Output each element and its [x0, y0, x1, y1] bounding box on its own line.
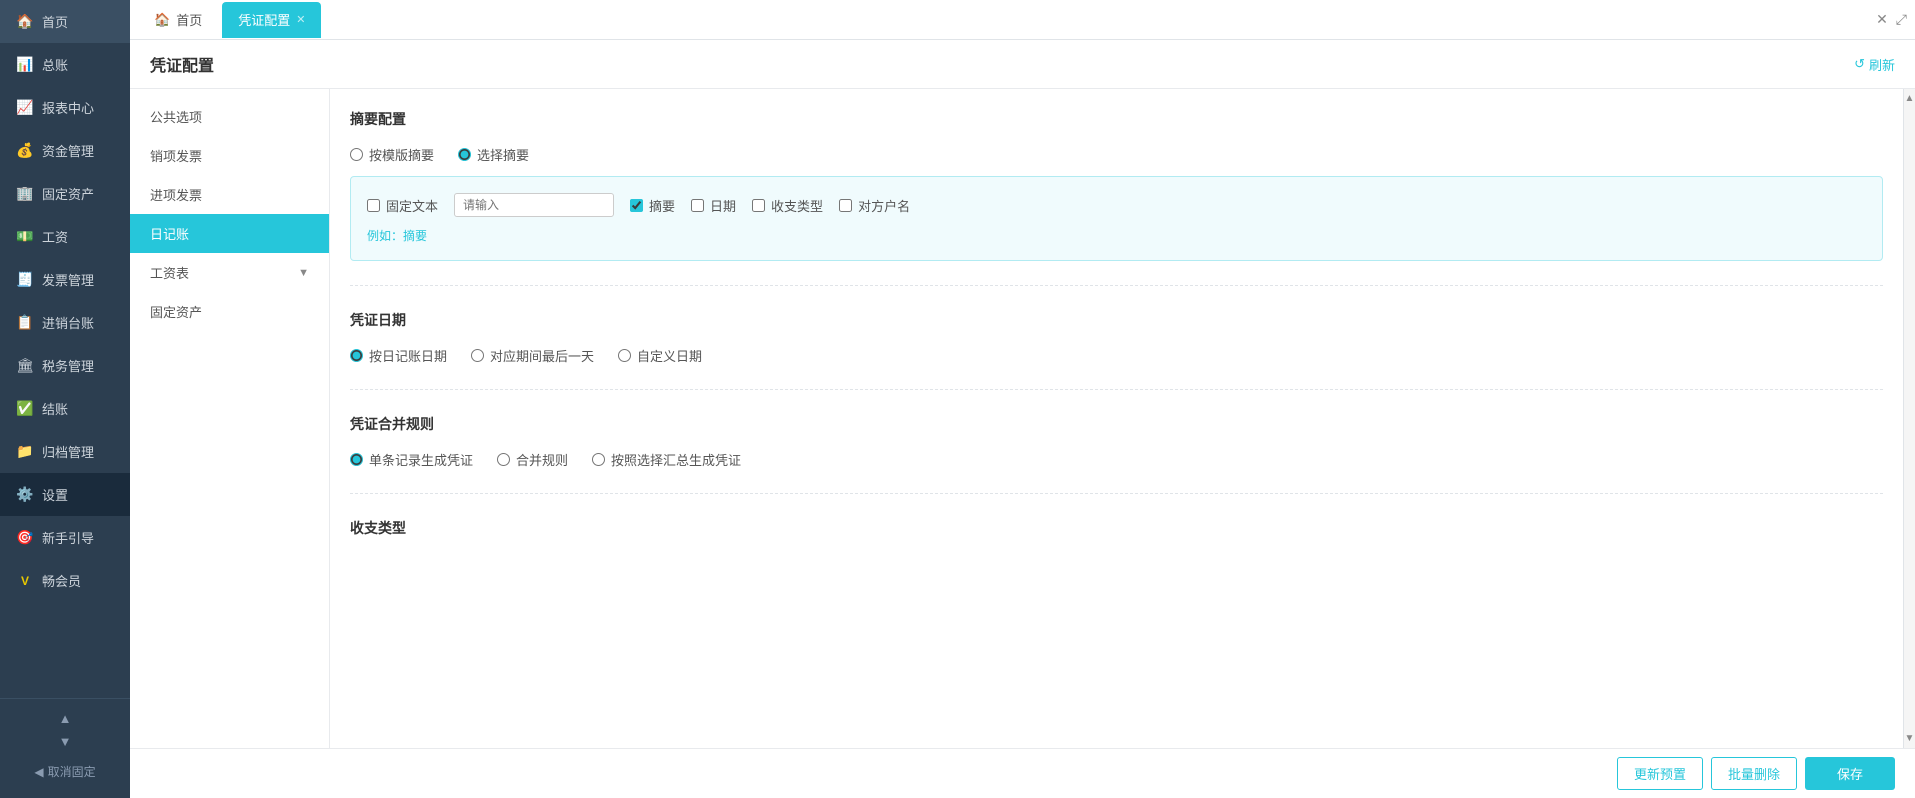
sidebar-item-salary[interactable]: 💵 工资	[0, 215, 130, 258]
sidebar-item-ledger[interactable]: 📊 总账	[0, 43, 130, 86]
nav-item-sales-invoice[interactable]: 销项发票	[130, 136, 329, 175]
section-title-summary: 摘要配置	[350, 109, 1883, 129]
batch-delete-button[interactable]: 批量删除	[1711, 757, 1797, 790]
section-title-merge: 凭证合并规则	[350, 414, 1883, 434]
radio-merge[interactable]: 合并规则	[497, 450, 568, 469]
summary-example: 例如：摘要	[367, 227, 1866, 244]
checkbox-fixed-text[interactable]: 固定文本	[367, 196, 438, 215]
checkbox-summary[interactable]: 摘要	[630, 196, 675, 215]
sidebar-scroll-down[interactable]: ▼	[0, 730, 130, 753]
ledger-icon: 📊	[16, 56, 34, 73]
sidebar-item-invoice[interactable]: 🧾 发票管理	[0, 258, 130, 301]
salary-icon: 💵	[16, 228, 34, 245]
home-icon: 🏠	[16, 13, 34, 30]
sidebar-item-assets[interactable]: 🏢 固定资产	[0, 172, 130, 215]
content-wrapper: 公共选项 销项发票 进项发票 日记账 工资表 ▼ 固定资产 摘要配置	[130, 89, 1915, 748]
right-scrollbar: ▲ ▼	[1903, 89, 1915, 748]
left-nav: 公共选项 销项发票 进项发票 日记账 工资表 ▼ 固定资产	[130, 89, 330, 748]
section-receipt-type: 收支类型	[350, 518, 1883, 578]
radio-summary[interactable]: 按照选择汇总生成凭证	[592, 450, 741, 469]
section-title-receipt: 收支类型	[350, 518, 1883, 538]
guide-icon: 🎯	[16, 529, 34, 546]
page-title: 凭证配置	[150, 52, 214, 76]
section-title-date: 凭证日期	[350, 310, 1883, 330]
reports-icon: 📈	[16, 99, 34, 116]
radio-select-summary[interactable]: 选择摘要	[458, 145, 529, 164]
tab-bar: 🏠 首页 凭证配置 ✕ ✕ ⤢	[130, 0, 1915, 40]
section-summary-config: 摘要配置 按模版摘要 选择摘要 固定文本	[350, 109, 1883, 286]
tab-home[interactable]: 🏠 首页	[138, 2, 218, 38]
tab-close-button[interactable]: ✕	[296, 13, 305, 26]
bottom-bar: 更新预置 批量删除 保存	[130, 748, 1915, 798]
pin-icon: ◀	[34, 765, 43, 779]
invoice-icon: 🧾	[16, 271, 34, 288]
update-preview-button[interactable]: 更新预置	[1617, 757, 1703, 790]
sidebar-item-guide[interactable]: 🎯 新手引导	[0, 516, 130, 559]
merge-radio-group: 单条记录生成凭证 合并规则 按照选择汇总生成凭证	[350, 450, 1883, 469]
summary-checkbox-row: 固定文本 摘要 日期 收支类型	[367, 193, 1866, 217]
nav-item-common[interactable]: 公共选项	[130, 97, 329, 136]
scroll-down-arrow[interactable]: ▼	[1903, 731, 1915, 746]
sidebar-item-reports[interactable]: 📈 报表中心	[0, 86, 130, 129]
settings-icon: ⚙️	[16, 486, 34, 503]
right-content: 摘要配置 按模版摘要 选择摘要 固定文本	[330, 89, 1903, 748]
checkbox-income-type[interactable]: 收支类型	[752, 196, 823, 215]
sidebar-item-vip[interactable]: V 畅会员	[0, 559, 130, 602]
page-header: 凭证配置 ↺ 刷新	[130, 40, 1915, 89]
nav-item-fixed-assets[interactable]: 固定资产	[130, 292, 329, 331]
checkout-icon: ✅	[16, 400, 34, 417]
cancel-fixed-button[interactable]: ◀ 取消固定	[0, 753, 130, 790]
radio-custom-date[interactable]: 自定义日期	[618, 346, 702, 365]
tax-icon: 🏛	[16, 357, 34, 374]
sidebar-item-archive[interactable]: 📁 归档管理	[0, 430, 130, 473]
scroll-up-arrow[interactable]: ▲	[1903, 91, 1915, 106]
tab-config[interactable]: 凭证配置 ✕	[222, 2, 321, 38]
sidebar-item-settings[interactable]: ⚙️ 设置	[0, 473, 130, 516]
sidebar-item-checkout[interactable]: ✅ 结账	[0, 387, 130, 430]
home-tab-icon: 🏠	[154, 12, 170, 28]
nav-item-purchase-invoice[interactable]: 进项发票	[130, 175, 329, 214]
radio-journal-date[interactable]: 按日记账日期	[350, 346, 447, 365]
sidebar: 🏠 首页 📊 总账 📈 报表中心 💰 资金管理 🏢 固定资产 💵 工资 🧾 发票…	[0, 0, 130, 798]
vip-icon: V	[16, 574, 34, 588]
radio-period-last[interactable]: 对应期间最后一天	[471, 346, 594, 365]
nav-item-journal[interactable]: 日记账	[130, 214, 329, 253]
summary-config-box: 固定文本 摘要 日期 收支类型	[350, 176, 1883, 261]
section-voucher-date: 凭证日期 按日记账日期 对应期间最后一天 自定义日期	[350, 310, 1883, 390]
sidebar-item-tax[interactable]: 🏛 税务管理	[0, 344, 130, 387]
sidebar-scroll-up[interactable]: ▲	[0, 707, 130, 730]
sidebar-item-funds[interactable]: 💰 资金管理	[0, 129, 130, 172]
nav-item-payroll[interactable]: 工资表 ▼	[130, 253, 329, 292]
summary-radio-group: 按模版摘要 选择摘要	[350, 145, 1883, 164]
radio-single[interactable]: 单条记录生成凭证	[350, 450, 473, 469]
sales-icon: 📋	[16, 314, 34, 331]
chevron-icon: ▼	[298, 267, 309, 279]
window-close-button[interactable]: ✕	[1876, 11, 1888, 28]
window-expand-button[interactable]: ⤢	[1896, 11, 1907, 28]
fixed-text-input[interactable]	[454, 193, 614, 217]
radio-template-summary[interactable]: 按模版摘要	[350, 145, 434, 164]
refresh-button[interactable]: ↺ 刷新	[1854, 55, 1895, 74]
checkbox-date[interactable]: 日期	[691, 196, 736, 215]
section-voucher-merge: 凭证合并规则 单条记录生成凭证 合并规则 按照选择汇总生成凭证	[350, 414, 1883, 494]
sidebar-item-sales[interactable]: 📋 进销台账	[0, 301, 130, 344]
archive-icon: 📁	[16, 443, 34, 460]
checkbox-counterparty[interactable]: 对方户名	[839, 196, 910, 215]
save-button[interactable]: 保存	[1805, 757, 1895, 790]
assets-icon: 🏢	[16, 185, 34, 202]
date-radio-group: 按日记账日期 对应期间最后一天 自定义日期	[350, 346, 1883, 365]
sidebar-item-home[interactable]: 🏠 首页	[0, 0, 130, 43]
window-controls: ✕ ⤢	[1876, 11, 1907, 28]
refresh-icon: ↺	[1854, 56, 1865, 72]
main-area: 🏠 首页 凭证配置 ✕ ✕ ⤢ 凭证配置 ↺ 刷新 公共选项 销项发票	[130, 0, 1915, 798]
funds-icon: 💰	[16, 142, 34, 159]
